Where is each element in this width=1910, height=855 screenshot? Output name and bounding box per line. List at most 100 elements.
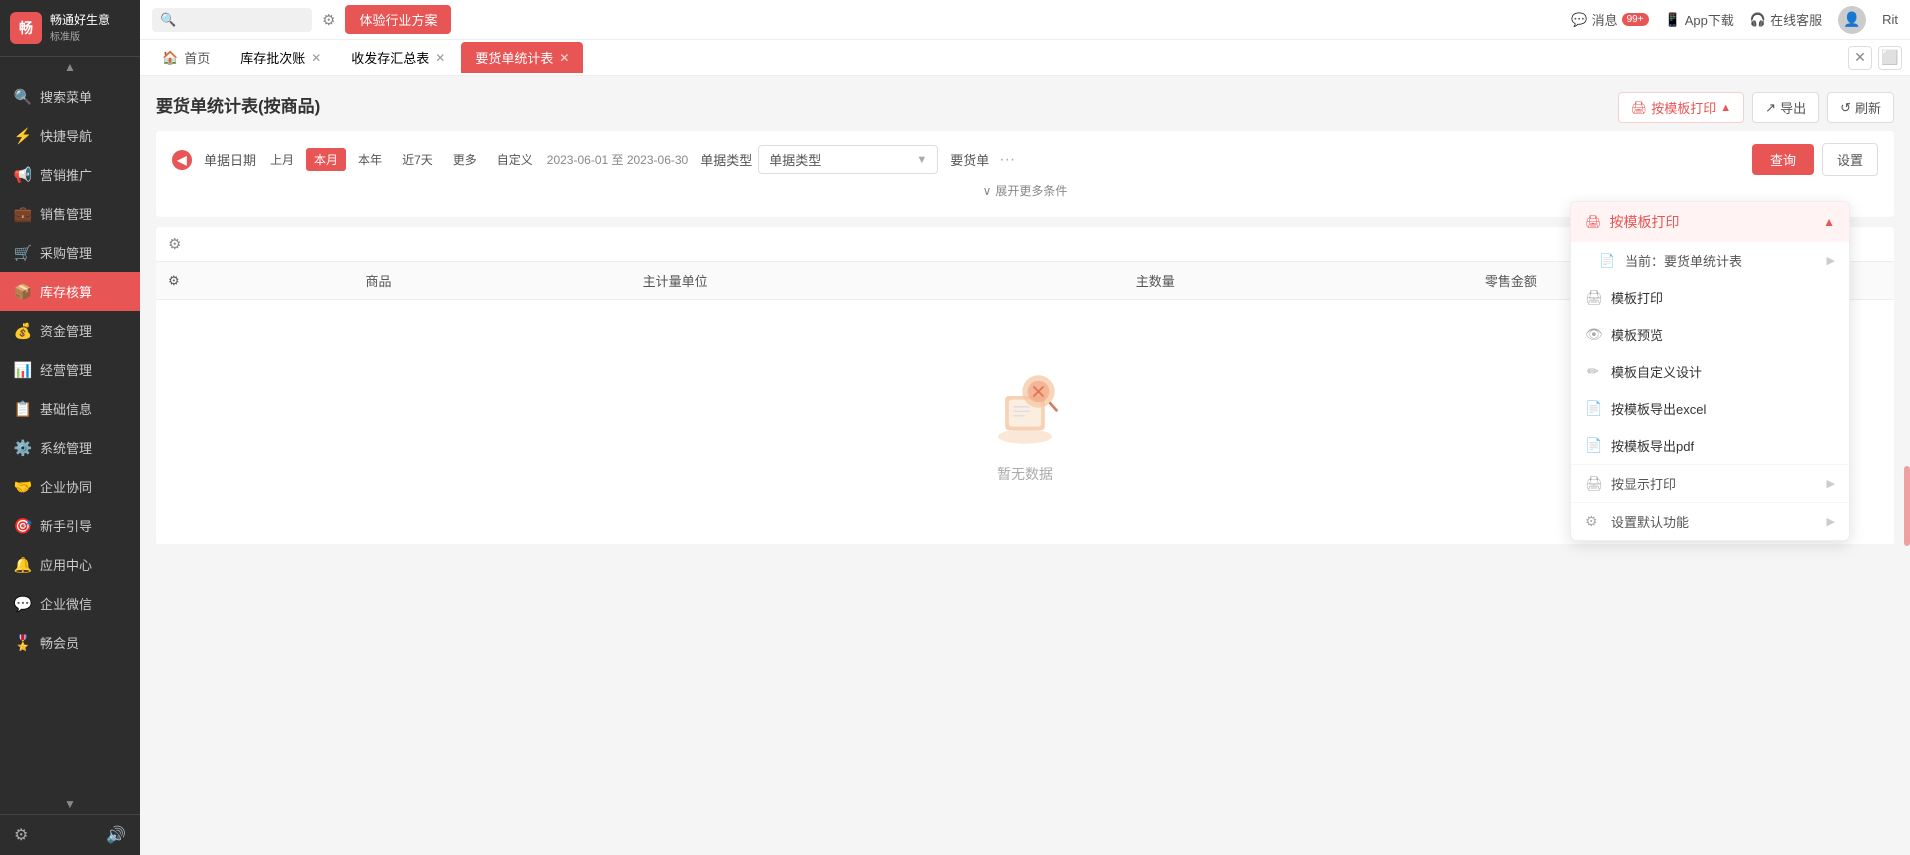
date-btn-custom[interactable]: 自定义 <box>489 148 541 171</box>
download-icon: 📱 <box>1665 12 1681 28</box>
tab-maximize-btn[interactable]: ⬜ <box>1878 46 1902 70</box>
sidebar-scroll-down[interactable]: ▼ <box>0 794 140 814</box>
dp-item-template-excel[interactable]: 📄 按模板导出excel <box>1571 390 1849 427</box>
type-filter-label: 单据类型 <box>700 150 752 169</box>
tab-inventory-batch[interactable]: 库存批次账 ✕ <box>226 42 335 73</box>
export-btn[interactable]: ↗ 导出 <box>1752 92 1819 123</box>
tab-receipts-summary-close[interactable]: ✕ <box>435 51 445 65</box>
tab-receipts-summary[interactable]: 收发存汇总表 ✕ <box>337 42 459 73</box>
dp-current-item[interactable]: 📄 当前：要货单统计表 ▶ <box>1571 242 1849 279</box>
guide-icon: 🎯 <box>14 517 32 535</box>
home-icon: 🏠 <box>162 50 178 66</box>
expand-more-label: 展开更多条件 <box>995 182 1067 199</box>
online-service-item[interactable]: 🎧 在线客服 <box>1750 10 1822 29</box>
sidebar-item-system[interactable]: ⚙️ 系统管理 <box>0 428 140 467</box>
sidebar-item-marketing[interactable]: 📢 营销推广 <box>0 155 140 194</box>
sidebar-item-finance[interactable]: 💰 资金管理 <box>0 311 140 350</box>
sidebar-item-guide[interactable]: 🎯 新手引导 <box>0 506 140 545</box>
bell-icon: 💬 <box>1571 12 1587 28</box>
right-scrollbar[interactable] <box>1904 466 1910 546</box>
dp-display-print-label: 按显示打印 <box>1611 474 1817 493</box>
date-btn-more[interactable]: 更多 <box>445 148 485 171</box>
settings-btn[interactable]: 设置 <box>1822 143 1878 176</box>
sidebar-item-basic[interactable]: 📋 基础信息 <box>0 389 140 428</box>
sidebar-item-appstore[interactable]: 🔔 应用中心 <box>0 545 140 584</box>
audio-bottom-icon[interactable]: 🔊 <box>106 825 126 845</box>
sidebar-item-member[interactable]: 🎖️ 畅会员 <box>0 623 140 662</box>
dp-section-set-default[interactable]: ⚙ 设置默认功能 ▶ <box>1571 502 1849 540</box>
dp-section-display-print[interactable]: 🖨 按显示打印 ▶ <box>1571 464 1849 502</box>
finance-icon: 💰 <box>14 322 32 340</box>
filter-expand-icon[interactable]: ◀ <box>172 150 192 170</box>
refresh-btn[interactable]: ↺ 刷新 <box>1827 92 1894 123</box>
dp-header-arrow-icon: ▲ <box>1823 215 1835 229</box>
date-btn-this-year[interactable]: 本年 <box>350 148 390 171</box>
tab-inventory-batch-close[interactable]: ✕ <box>311 51 321 65</box>
dp-display-print-arrow-icon: ▶ <box>1827 477 1835 490</box>
dp-item-template-pdf[interactable]: 📄 按模板导出pdf <box>1571 427 1849 464</box>
dp-header-left: 🖨 按模板打印 <box>1585 212 1680 232</box>
dp-template-print-label: 模板打印 <box>1611 288 1835 307</box>
date-btn-last-month[interactable]: 上月 <box>262 148 302 171</box>
purchase-icon: 🛒 <box>14 244 32 262</box>
sidebar-item-operation[interactable]: 📊 经营管理 <box>0 350 140 389</box>
dp-item-template-print[interactable]: 🖨 模板打印 <box>1571 279 1849 316</box>
filter-date-section: 单据日期 上月 本月 本年 近7天 更多 自定义 2023-06-01 至 20… <box>204 148 688 171</box>
user-avatar[interactable]: 👤 <box>1838 6 1866 34</box>
notifications-label: 消息 <box>1592 10 1618 29</box>
table-settings-icon[interactable]: ⚙ <box>168 235 181 253</box>
print-btn[interactable]: 🖨 按模板打印 ▲ <box>1618 92 1744 123</box>
page-actions: 🖨 按模板打印 ▲ ↗ 导出 ↺ 刷新 <box>1618 92 1894 123</box>
dp-current-label: 当前：要货单统计表 <box>1625 251 1817 270</box>
type-select[interactable]: 单据类型 ▼ <box>758 145 938 174</box>
appstore-icon: 🔔 <box>14 556 32 574</box>
sidebar-bottom: ⚙ 🔊 <box>0 814 140 855</box>
tab-requisition-stats-close[interactable]: ✕ <box>559 51 569 65</box>
query-btn[interactable]: 查询 <box>1752 144 1814 175</box>
app-name: 畅通好生意 <box>50 13 110 29</box>
col-goods: 商品 <box>354 262 631 300</box>
filter-type-section: 单据类型 单据类型 ▼ <box>700 145 938 174</box>
dp-item-template-custom[interactable]: ✏ 模板自定义设计 <box>1571 353 1849 390</box>
tab-home[interactable]: 🏠 首页 <box>148 42 224 73</box>
sidebar-logo: 畅 畅通好生意 标准版 <box>0 0 140 57</box>
sidebar-item-label: 经营管理 <box>40 360 92 379</box>
date-btn-this-month[interactable]: 本月 <box>306 148 346 171</box>
settings-bottom-icon[interactable]: ⚙ <box>14 825 28 845</box>
sidebar-item-collab[interactable]: 🤝 企业协同 <box>0 467 140 506</box>
trial-btn[interactable]: 体验行业方案 <box>345 5 451 34</box>
sidebar-item-inventory[interactable]: 📦 库存核算 <box>0 272 140 311</box>
system-icon: ⚙️ <box>14 439 32 457</box>
main-content: 🔍 ⚙ 体验行业方案 💬 消息 99+ 📱 App下载 🎧 在线客服 👤 Ri <box>140 0 1910 855</box>
inventory-icon: 📦 <box>14 283 32 301</box>
topbar-search-input[interactable] <box>180 13 290 27</box>
topbar-search-box[interactable]: 🔍 <box>152 8 312 32</box>
date-quick-btns: 上月 本月 本年 近7天 更多 自定义 <box>262 148 541 171</box>
tab-requisition-stats-label: 要货单统计表 <box>475 48 553 67</box>
topbar: 🔍 ⚙ 体验行业方案 💬 消息 99+ 📱 App下载 🎧 在线客服 👤 Ri <box>140 0 1910 40</box>
date-btn-7days[interactable]: 近7天 <box>394 148 441 171</box>
service-icon: 🎧 <box>1750 12 1766 28</box>
shortcut-icon: ⚡ <box>14 127 32 145</box>
print-dropdown-arrow: ▲ <box>1720 102 1731 114</box>
expand-more-icon: ∨ <box>983 184 992 198</box>
topbar-gear-icon[interactable]: ⚙ <box>322 11 335 29</box>
notifications-item[interactable]: 💬 消息 99+ <box>1571 10 1648 29</box>
sidebar-item-wechat[interactable]: 💬 企业微信 <box>0 584 140 623</box>
col-settings[interactable]: ⚙ <box>156 262 354 300</box>
sidebar-item-search[interactable]: 🔍 搜索菜单 <box>0 77 140 116</box>
tab-close-all-btn[interactable]: ✕ <box>1848 46 1872 70</box>
sidebar-item-purchase[interactable]: 🛒 采购管理 <box>0 233 140 272</box>
dp-set-default-icon: ⚙ <box>1585 513 1601 530</box>
sidebar-item-shortcut[interactable]: ⚡ 快捷导航 <box>0 116 140 155</box>
dp-header[interactable]: 🖨 按模板打印 ▲ <box>1571 202 1849 242</box>
sidebar-item-label: 快捷导航 <box>40 126 92 145</box>
dp-item-template-preview[interactable]: 👁 模板预览 <box>1571 316 1849 353</box>
sidebar-scroll-up[interactable]: ▲ <box>0 57 140 77</box>
app-download-item[interactable]: 📱 App下载 <box>1665 10 1734 29</box>
refresh-icon: ↺ <box>1840 100 1851 116</box>
tab-requisition-stats[interactable]: 要货单统计表 ✕ <box>461 42 583 73</box>
dp-set-default-arrow-icon: ▶ <box>1827 515 1835 528</box>
app-logo-icon: 畅 <box>10 12 42 44</box>
sidebar-item-sales[interactable]: 💼 销售管理 <box>0 194 140 233</box>
